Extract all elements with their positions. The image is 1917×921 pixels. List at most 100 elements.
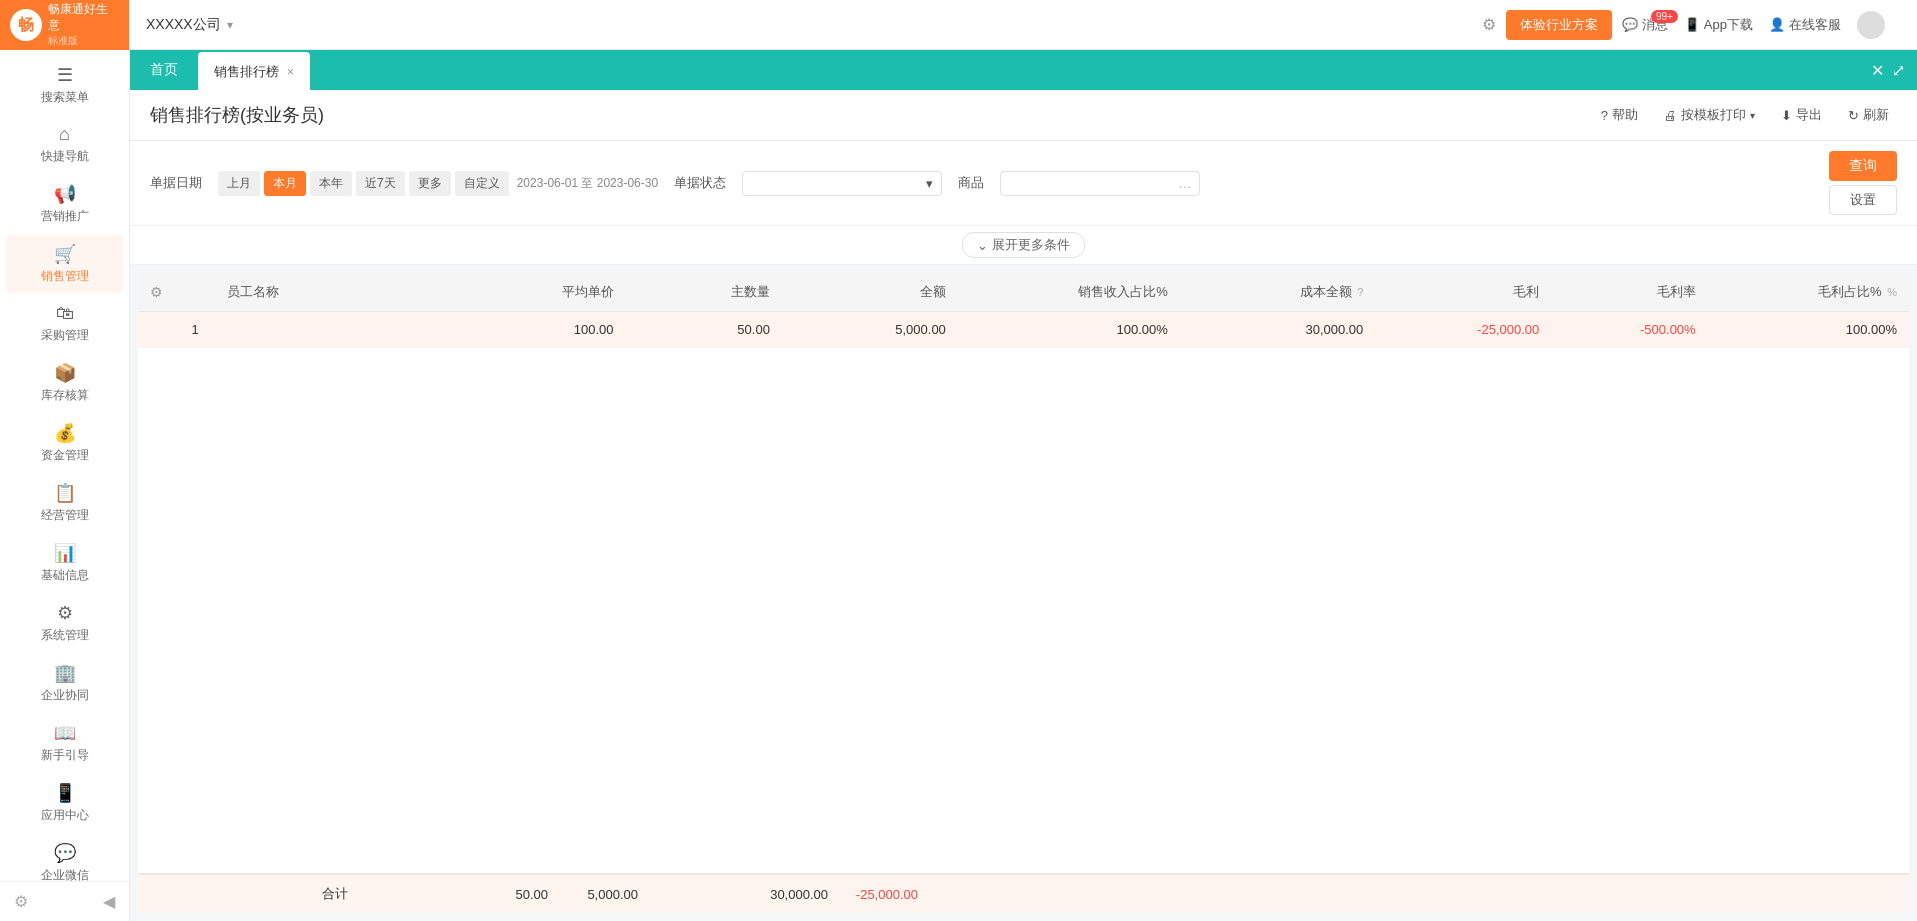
- row-sales-pct-cell: 100.00%: [958, 312, 1180, 348]
- filter-settings-btn[interactable]: 设置: [1829, 185, 1897, 215]
- row-gross-pct-cell: 100.00%: [1708, 312, 1909, 348]
- message-icon: 💬: [1622, 17, 1638, 32]
- corp-icon: 🏢: [54, 662, 76, 684]
- cur-month-btn[interactable]: 本月: [264, 171, 306, 196]
- sidebar: 畅 畅康通好生意 标准版 ☰ 搜索菜单 ⌂ 快捷导航 📢 营销推广 🛒 销售管理…: [0, 0, 130, 921]
- sidebar-item-label: 企业协同: [41, 687, 89, 704]
- topbar-settings-icon[interactable]: ⚙: [1482, 15, 1496, 34]
- tab-close-btn[interactable]: ×: [287, 65, 294, 79]
- table-footer: 合计 50.00 5,000.00 30,000.00 -25,000.00: [138, 873, 1909, 913]
- sidebar-item-app[interactable]: 📱 应用中心: [6, 774, 123, 832]
- sidebar-item-finance[interactable]: 💰 资金管理: [6, 414, 123, 472]
- tab-label: 销售排行榜: [214, 63, 279, 81]
- topbar: XXXXX公司 ▾ ⚙ 体验行业方案 💬 消息 99+ 📱 App下载 👤 在线…: [130, 0, 1917, 50]
- sidebar-item-shortcut[interactable]: ⌂ 快捷导航: [6, 116, 123, 173]
- date-filter-btns: 上月 本月 本年 近7天 更多 自定义 2023-06-01 至 2023-06…: [218, 171, 658, 196]
- column-settings-icon[interactable]: ⚙: [150, 284, 163, 300]
- sidebar-item-label: 采购管理: [41, 327, 89, 344]
- sidebar-item-label: 快捷导航: [41, 148, 89, 165]
- 7days-btn[interactable]: 近7天: [356, 171, 405, 196]
- page-header: 销售排行榜(按业务员) ? 帮助 🖨 按模板打印 ▾ ⬇ 导出 ↻ 刷新: [130, 90, 1917, 141]
- cur-year-btn[interactable]: 本年: [310, 171, 352, 196]
- status-dropdown-icon: ▾: [926, 176, 933, 191]
- sidebar-item-label: 系统管理: [41, 627, 89, 644]
- query-btn[interactable]: 查询: [1829, 151, 1897, 181]
- sidebar-settings-icon[interactable]: ⚙: [14, 892, 28, 911]
- support-btn[interactable]: 👤 在线客服: [1769, 16, 1841, 34]
- sidebar-item-corp[interactable]: 🏢 企业协同: [6, 654, 123, 712]
- col-gross-rate: 毛利率: [1551, 273, 1707, 312]
- sidebar-item-wechat[interactable]: 💬 企业微信: [6, 834, 123, 881]
- more-btn[interactable]: 更多: [409, 171, 451, 196]
- basic-icon: 📊: [54, 542, 76, 564]
- messages-btn[interactable]: 💬 消息 99+: [1622, 16, 1668, 34]
- col-cost: 成本全额 ?: [1180, 273, 1375, 312]
- sidebar-item-purchase[interactable]: 🛍 采购管理: [6, 295, 123, 352]
- col-name: 员工名称: [215, 273, 450, 312]
- custom-btn[interactable]: 自定义: [455, 171, 509, 196]
- footer-gross-cell: -25,000.00: [840, 887, 930, 902]
- expand-conditions-btn[interactable]: ⌄ 展开更多条件: [962, 232, 1085, 258]
- sidebar-item-label: 新手引导: [41, 747, 89, 764]
- avatar[interactable]: [1857, 11, 1885, 39]
- sidebar-item-sales[interactable]: 🛒 销售管理: [6, 235, 123, 293]
- cost-help-icon[interactable]: ?: [1357, 286, 1363, 298]
- sidebar-item-operation[interactable]: 📋 经营管理: [6, 474, 123, 532]
- support-icon: 👤: [1769, 17, 1785, 32]
- msg-badge: 99+: [1651, 10, 1678, 23]
- goods-input[interactable]: …: [1000, 171, 1200, 196]
- system-icon: ⚙: [57, 602, 73, 624]
- sidebar-item-label: 应用中心: [41, 807, 89, 824]
- export-btn[interactable]: ⬇ 导出: [1773, 102, 1830, 128]
- tab-sales-ranking[interactable]: 销售排行榜 ×: [198, 52, 310, 92]
- inventory-icon: 📦: [54, 362, 76, 384]
- logo-text1: 畅康通好生意: [48, 2, 119, 33]
- prev-month-btn[interactable]: 上月: [218, 171, 260, 196]
- sidebar-item-inventory[interactable]: 📦 库存核算: [6, 354, 123, 412]
- footer-cost-cell: 30,000.00: [740, 887, 840, 902]
- company-selector[interactable]: XXXXX公司 ▾: [146, 16, 1472, 34]
- window-expand-btn[interactable]: ⤢: [1892, 61, 1905, 80]
- page-title: 销售排行榜(按业务员): [150, 103, 324, 127]
- col-gross-pct: 毛利占比% %: [1708, 273, 1909, 312]
- col-sales-pct: 销售收入占比%: [958, 273, 1180, 312]
- expand-icon: ⌄: [977, 238, 988, 253]
- sidebar-item-label: 企业微信: [41, 867, 89, 881]
- sidebar-item-marketing[interactable]: 📢 营销推广: [6, 175, 123, 233]
- trial-btn[interactable]: 体验行业方案: [1506, 10, 1612, 40]
- topbar-right: 💬 消息 99+ 📱 App下载 👤 在线客服: [1622, 11, 1901, 39]
- logo-icon: 畅: [10, 9, 42, 41]
- template-print-btn[interactable]: 🖨 按模板打印 ▾: [1656, 102, 1763, 128]
- purchase-icon: 🛍: [56, 303, 74, 324]
- app-download-btn[interactable]: 📱 App下载: [1684, 16, 1753, 34]
- sales-icon: 🛒: [54, 243, 76, 265]
- grosspct-help-icon[interactable]: %: [1887, 286, 1897, 298]
- guide-icon: 📖: [54, 722, 76, 744]
- sidebar-item-system[interactable]: ⚙ 系统管理: [6, 594, 123, 652]
- tab-home[interactable]: 首页: [130, 50, 198, 90]
- refresh-btn[interactable]: ↻ 刷新: [1840, 102, 1897, 128]
- window-close-btn[interactable]: ✕: [1871, 61, 1884, 80]
- sidebar-item-label: 库存核算: [41, 387, 89, 404]
- page-actions: ? 帮助 🖨 按模板打印 ▾ ⬇ 导出 ↻ 刷新: [1593, 102, 1897, 128]
- sidebar-collapse-icon[interactable]: ◀: [103, 892, 115, 911]
- help-btn[interactable]: ? 帮助: [1593, 102, 1646, 128]
- sidebar-nav: ☰ 搜索菜单 ⌂ 快捷导航 📢 营销推广 🛒 销售管理 🛍 采购管理 📦 库存核…: [0, 50, 129, 881]
- row-gross-rate-cell: -500.00%: [1551, 312, 1707, 348]
- sidebar-item-guide[interactable]: 📖 新手引导: [6, 714, 123, 772]
- dropdown-icon: ▾: [227, 18, 233, 32]
- row-qty-cell: 50.00: [626, 312, 782, 348]
- sidebar-item-search[interactable]: ☰ 搜索菜单: [6, 56, 123, 114]
- sidebar-item-label: 销售管理: [41, 268, 89, 285]
- app-icon: 📱: [54, 782, 76, 804]
- status-select[interactable]: ▾: [742, 171, 942, 196]
- sidebar-item-label: 营销推广: [41, 208, 89, 225]
- filter-bar: 单据日期 上月 本月 本年 近7天 更多 自定义 2023-06-01 至 20…: [130, 141, 1917, 226]
- table-scroll[interactable]: ⚙ 员工名称 平均单价 主数量: [138, 273, 1909, 873]
- content: 销售排行榜(按业务员) ? 帮助 🖨 按模板打印 ▾ ⬇ 导出 ↻ 刷新: [130, 90, 1917, 921]
- data-table: ⚙ 员工名称 平均单价 主数量: [138, 273, 1909, 348]
- refresh-icon: ↻: [1848, 108, 1859, 123]
- print-icon: 🖨: [1664, 108, 1677, 123]
- table-area: ⚙ 员工名称 平均单价 主数量: [138, 273, 1909, 913]
- sidebar-item-basic[interactable]: 📊 基础信息: [6, 534, 123, 592]
